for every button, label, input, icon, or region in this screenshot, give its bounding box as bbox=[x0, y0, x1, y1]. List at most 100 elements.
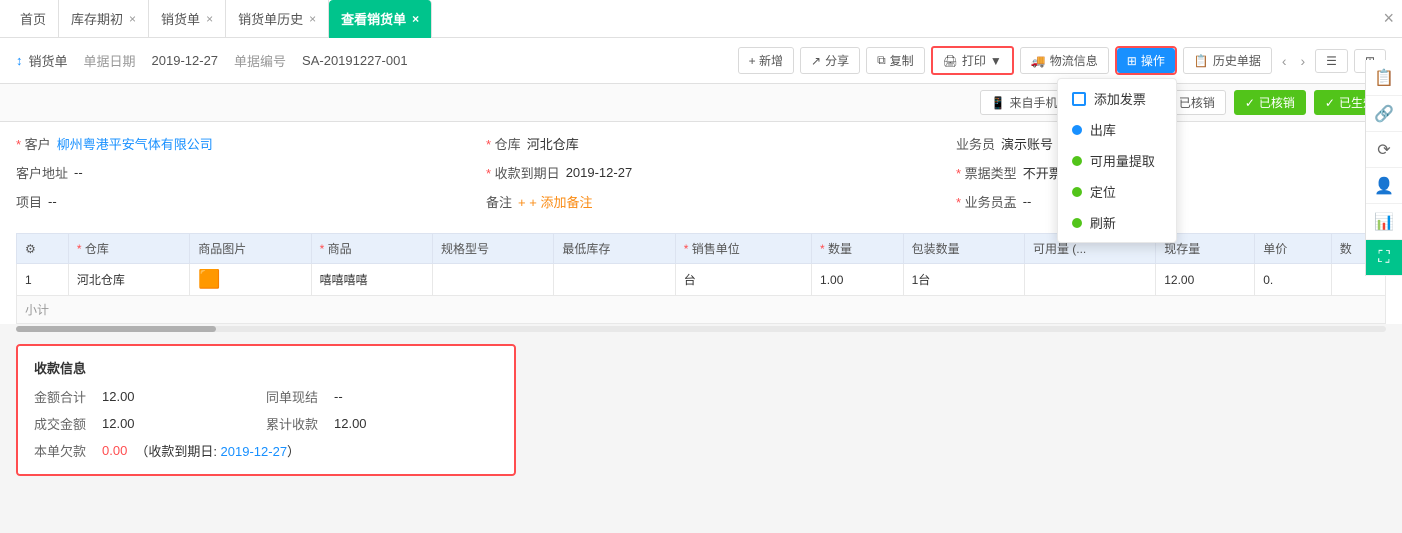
table-subtotal-row: 小计 bbox=[17, 296, 1386, 324]
history-icon: 📋 bbox=[1194, 54, 1209, 68]
dropdown-add-invoice[interactable]: 添加发票 bbox=[1058, 83, 1176, 114]
prev-arrow[interactable]: ‹ bbox=[1278, 53, 1291, 69]
table-scrollbar[interactable] bbox=[16, 326, 1386, 332]
payment-same-order-label: 同单现结 bbox=[266, 387, 326, 406]
subtotal-label: 小计 bbox=[17, 296, 1386, 324]
new-button[interactable]: + 新增 bbox=[738, 47, 794, 74]
sidebar-chart-icon[interactable]: 📊 bbox=[1366, 204, 1402, 240]
dropdown-locate-label: 定位 bbox=[1090, 182, 1116, 201]
warehouse-label: 仓库 bbox=[486, 134, 521, 153]
col-gear[interactable]: ⚙ bbox=[17, 234, 69, 264]
sidebar-user-icon[interactable]: 👤 bbox=[1366, 168, 1402, 204]
project-value: -- bbox=[48, 194, 57, 209]
voided-btn[interactable]: ✓ 已核销 bbox=[1234, 90, 1306, 115]
add-invoice-icon bbox=[1072, 92, 1086, 106]
due-date-field: 收款到期日 2019-12-27 bbox=[486, 163, 916, 182]
payment-due-date: 2019-12-27 bbox=[221, 444, 288, 459]
cell-unit: 台 bbox=[675, 264, 811, 296]
payment-grid: 金额合计 12.00 同单现结 -- 成交金额 12.00 累计收款 12.00… bbox=[34, 385, 498, 462]
address-label: 客户地址 bbox=[16, 163, 68, 182]
print-dropdown-arrow: ▼ bbox=[990, 54, 1002, 68]
col-warehouse: 仓库 bbox=[68, 234, 189, 264]
payment-total-value: 12.00 bbox=[102, 389, 135, 404]
col-image: 商品图片 bbox=[190, 234, 311, 264]
note-add[interactable]: + + 添加备注 bbox=[518, 192, 592, 211]
payment-due-row: 本单欠款 0.00 （收款到期日: 2019-12-27） bbox=[34, 439, 498, 462]
payment-section: 收款信息 金额合计 12.00 同单现结 -- 成交金额 12.00 累计收款 … bbox=[0, 334, 1402, 496]
cell-product: 嘻嘻嘻嘻 bbox=[311, 264, 432, 296]
note-label: 备注 bbox=[486, 192, 512, 211]
customer-value[interactable]: 柳州粤港平安气体有限公司 bbox=[57, 134, 213, 153]
copy-button[interactable]: ⧉ 复制 bbox=[866, 47, 925, 74]
share-icon: ↗ bbox=[811, 54, 821, 68]
sidebar-expand-icon[interactable]: ⛶ bbox=[1366, 240, 1402, 276]
customer-label: 客户 bbox=[16, 134, 51, 153]
tab-history-label: 销货单历史 bbox=[238, 9, 303, 28]
cell-spec bbox=[432, 264, 553, 296]
add-note-icon: + bbox=[518, 195, 526, 210]
cell-warehouse: 河北仓库 bbox=[68, 264, 189, 296]
dropdown-add-invoice-label: 添加发票 bbox=[1094, 89, 1146, 108]
tab-sales-label: 销货单 bbox=[161, 9, 200, 28]
from-phone-btn[interactable]: 📱 来自手机 bbox=[980, 90, 1069, 115]
tab-view-sales[interactable]: 查看销货单 × bbox=[329, 0, 432, 38]
doc-type-label: 销货单 bbox=[29, 51, 68, 70]
dropdown-locate[interactable]: 定位 bbox=[1058, 176, 1176, 207]
tab-history[interactable]: 销货单历史 × bbox=[226, 0, 329, 38]
sidebar-doc-icon[interactable]: 📋 bbox=[1366, 60, 1402, 96]
operation-dropdown: 添加发票 出库 可用量提取 定位 刷新 bbox=[1057, 78, 1177, 243]
payment-due-value: 0.00 bbox=[102, 443, 127, 458]
form-row-2: 客户地址 -- 收款到期日 2019-12-27 票据类型 不开票 bbox=[16, 163, 1386, 182]
next-arrow[interactable]: › bbox=[1297, 53, 1310, 69]
outbound-icon bbox=[1072, 125, 1082, 135]
table-wrap: ⚙ 仓库 商品图片 商品 规格型号 最低库存 销售单位 数量 包装数量 可用量 … bbox=[0, 233, 1402, 324]
view-toggle-list[interactable]: ☰ bbox=[1315, 49, 1348, 73]
doc-title-area: ↕ 销货单 bbox=[16, 51, 68, 70]
tab-view-sales-label: 查看销货单 bbox=[341, 9, 406, 28]
tab-sales[interactable]: 销货单 × bbox=[149, 0, 226, 38]
tab-history-close[interactable]: × bbox=[309, 12, 316, 26]
payment-cumulative-label: 累计收款 bbox=[266, 414, 326, 433]
phone-icon: 📱 bbox=[991, 96, 1006, 110]
tab-inventory[interactable]: 库存期初 × bbox=[59, 0, 149, 38]
staff-label: 业务员 bbox=[956, 134, 995, 153]
share-button[interactable]: ↗ 分享 bbox=[800, 47, 860, 74]
tab-inventory-label: 库存期初 bbox=[71, 9, 123, 28]
tab-inventory-close[interactable]: × bbox=[129, 12, 136, 26]
tab-home[interactable]: 首页 bbox=[8, 0, 59, 38]
payment-deal-value: 12.00 bbox=[102, 416, 135, 431]
payment-box: 收款信息 金额合计 12.00 同单现结 -- 成交金额 12.00 累计收款 … bbox=[16, 344, 516, 476]
sidebar-refresh-icon[interactable]: ⟳ bbox=[1366, 132, 1402, 168]
dropdown-refresh[interactable]: 刷新 bbox=[1058, 207, 1176, 238]
right-sidebar: 📋 🔗 ⟳ 👤 📊 ⛶ bbox=[1365, 60, 1402, 276]
logistics-button[interactable]: 🚚 物流信息 bbox=[1020, 47, 1109, 74]
due-date-value: 2019-12-27 bbox=[566, 165, 633, 180]
warehouse-value: 河北仓库 bbox=[527, 134, 579, 153]
operation-button[interactable]: ⊞ 操作 bbox=[1117, 48, 1175, 73]
voided-icon: ✓ bbox=[1245, 96, 1255, 110]
tab-bar: 首页 库存期初 × 销货单 × 销货单历史 × 查看销货单 × × bbox=[0, 0, 1402, 38]
print-icon: 🖨 bbox=[943, 54, 958, 68]
dropdown-outbound[interactable]: 出库 bbox=[1058, 114, 1176, 145]
status-row: 📱 来自手机 ● 未开票 ✓ 已核销 ✓ 已核销 ✓ 已生效 bbox=[0, 84, 1402, 122]
tab-close-all[interactable]: × bbox=[1383, 8, 1394, 29]
sales-rep-label: 业务员盂 bbox=[956, 192, 1017, 211]
logistics-icon: 🚚 bbox=[1031, 54, 1046, 68]
number-label: 单据编号 bbox=[234, 51, 286, 70]
tab-view-sales-close[interactable]: × bbox=[412, 12, 419, 26]
ticket-label: 票据类型 bbox=[956, 163, 1017, 182]
payment-total-row: 金额合计 12.00 bbox=[34, 385, 266, 408]
print-button[interactable]: 🖨 打印 ▼ bbox=[931, 46, 1014, 75]
history-button[interactable]: 📋 历史单据 bbox=[1183, 47, 1272, 74]
dropdown-available-qty[interactable]: 可用量提取 bbox=[1058, 145, 1176, 176]
locate-icon bbox=[1072, 187, 1082, 197]
ticket-value: 不开票 bbox=[1023, 163, 1062, 182]
tab-sales-close[interactable]: × bbox=[206, 12, 213, 26]
sidebar-link-icon[interactable]: 🔗 bbox=[1366, 96, 1402, 132]
payment-deal-row: 成交金额 12.00 bbox=[34, 412, 266, 435]
date-label: 单据日期 bbox=[84, 51, 136, 70]
payment-cumulative-row: 累计收款 12.00 bbox=[266, 412, 498, 435]
copy-icon: ⧉ bbox=[877, 53, 886, 68]
payment-title: 收款信息 bbox=[34, 358, 498, 377]
doc-actions: + 新增 ↗ 分享 ⧉ 复制 🖨 打印 ▼ 🚚 物流信息 ⊞ 操作 bbox=[738, 46, 1386, 75]
